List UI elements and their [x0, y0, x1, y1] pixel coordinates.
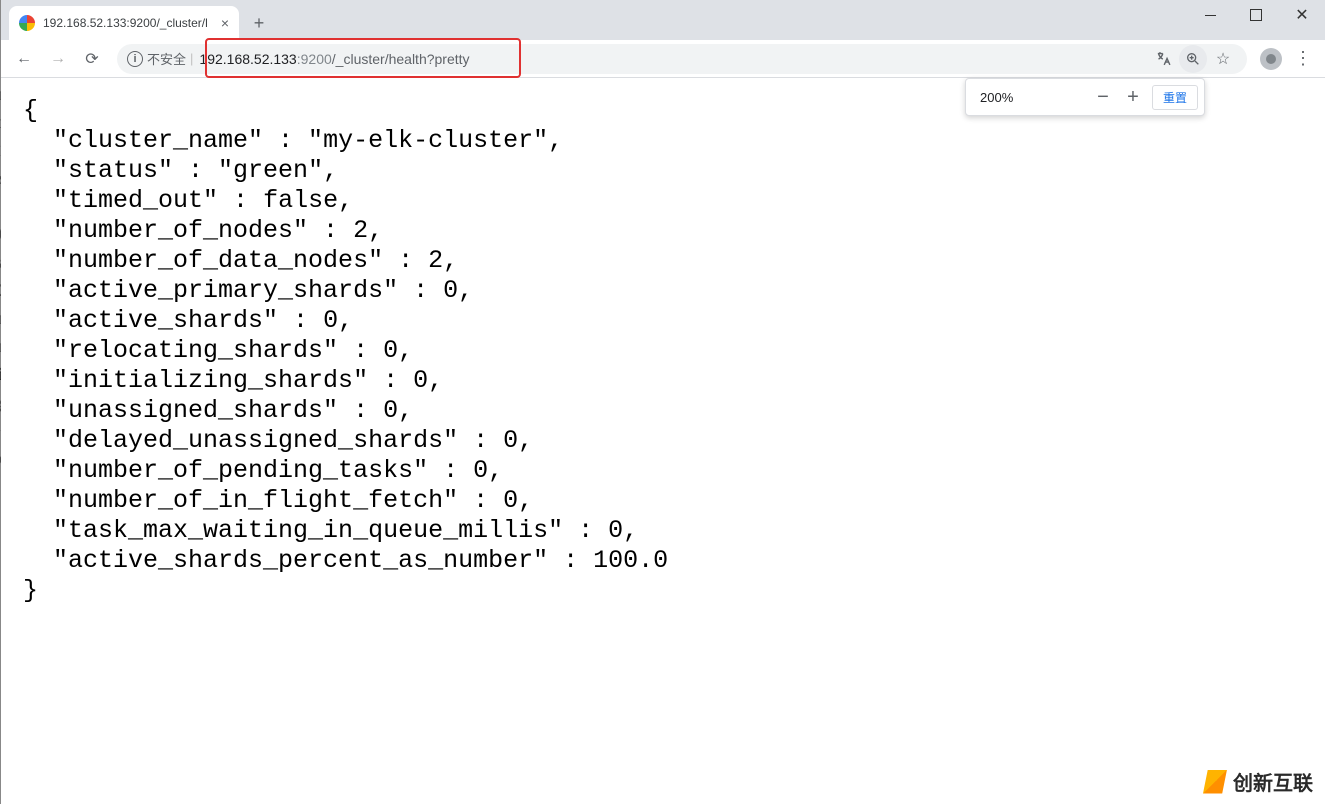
json-line: "status" : "green", [53, 156, 338, 185]
json-value: 0 [323, 306, 338, 335]
json-value: 0 [383, 336, 398, 365]
json-value: 0 [503, 486, 518, 515]
zoom-value: 200% [972, 90, 1088, 105]
site-security-chip[interactable]: i 不安全 | [127, 49, 199, 68]
overflow-menu-button[interactable]: ⋮ [1289, 45, 1317, 73]
json-line: "number_of_pending_tasks" : 0, [53, 456, 503, 485]
forward-button: → [43, 44, 73, 74]
json-value: green [233, 156, 308, 185]
titlebar: 192.168.52.133:9200/_cluster/l × + ✕ [1, 0, 1325, 40]
json-line: "number_of_in_flight_fetch" : 0, [53, 486, 533, 515]
json-value: 0 [473, 456, 488, 485]
json-value: my-elk-cluster [323, 126, 533, 155]
avatar-icon [1260, 48, 1282, 70]
json-value: 100.0 [593, 546, 668, 575]
json-value: 0 [608, 516, 623, 545]
url-port: :9200 [297, 51, 332, 67]
zoom-icon[interactable] [1179, 45, 1207, 73]
watermark: 创新互联 [1203, 767, 1313, 796]
toolbar: ← → ⟳ i 不安全 | 192.168.52.133:9200/_clust… [1, 40, 1325, 78]
json-value: false [263, 186, 338, 215]
json-value: 0 [443, 276, 458, 305]
json-line: "timed_out" : false, [53, 186, 353, 215]
new-tab-button[interactable]: + [245, 9, 273, 37]
window-minimize-button[interactable] [1187, 0, 1233, 30]
zoom-in-button[interactable]: + [1118, 84, 1148, 110]
json-line: "unassigned_shards" : 0, [53, 396, 413, 425]
window-controls: ✕ [1187, 0, 1325, 40]
window-close-button[interactable]: ✕ [1279, 0, 1325, 30]
zoom-popup: 200% − + 重置 [965, 78, 1205, 116]
json-line: "task_max_waiting_in_queue_millis" : 0, [53, 516, 638, 545]
browser-tab[interactable]: 192.168.52.133:9200/_cluster/l × [9, 6, 239, 40]
url-path: /_cluster/health?pretty [332, 51, 470, 67]
url-text: 192.168.52.133:9200/_cluster/health?pret… [199, 51, 469, 67]
reload-button[interactable]: ⟳ [77, 44, 107, 74]
address-bar[interactable]: i 不安全 | 192.168.52.133:9200/_cluster/hea… [117, 44, 1247, 74]
json-line: "initializing_shards" : 0, [53, 366, 443, 395]
tab-title: 192.168.52.133:9200/_cluster/l [43, 16, 215, 30]
json-line: "cluster_name" : "my-elk-cluster", [53, 126, 563, 155]
json-value: 0 [503, 426, 518, 455]
window-maximize-button[interactable] [1233, 0, 1279, 30]
json-line: "active_shards_percent_as_number" : 100.… [53, 546, 668, 575]
zoom-out-button[interactable]: − [1088, 84, 1118, 110]
json-line: "number_of_data_nodes" : 2, [53, 246, 458, 275]
bookmark-star-icon[interactable]: ☆ [1209, 45, 1237, 73]
json-value: 2 [428, 246, 443, 275]
watermark-logo-icon [1203, 770, 1227, 794]
zoom-reset-button[interactable]: 重置 [1152, 85, 1198, 110]
watermark-text: 创新互联 [1233, 767, 1313, 796]
json-line: "delayed_unassigned_shards" : 0, [53, 426, 533, 455]
back-button[interactable]: ← [9, 44, 39, 74]
tab-close-icon[interactable]: × [215, 15, 229, 31]
json-line: "active_primary_shards" : 0, [53, 276, 473, 305]
json-value: 2 [353, 216, 368, 245]
profile-avatar-button[interactable] [1257, 45, 1285, 73]
info-icon: i [127, 51, 143, 67]
json-value: 0 [413, 366, 428, 395]
translate-icon[interactable] [1149, 45, 1177, 73]
response-body: { "cluster_name" : "my-elk-cluster", "st… [1, 78, 1325, 804]
json-line: "active_shards" : 0, [53, 306, 353, 335]
url-host: 192.168.52.133 [199, 51, 296, 67]
json-line: "number_of_nodes" : 2, [53, 216, 383, 245]
json-line: "relocating_shards" : 0, [53, 336, 413, 365]
favicon-icon [19, 15, 35, 31]
security-label: 不安全 [147, 49, 186, 68]
json-value: 0 [383, 396, 398, 425]
